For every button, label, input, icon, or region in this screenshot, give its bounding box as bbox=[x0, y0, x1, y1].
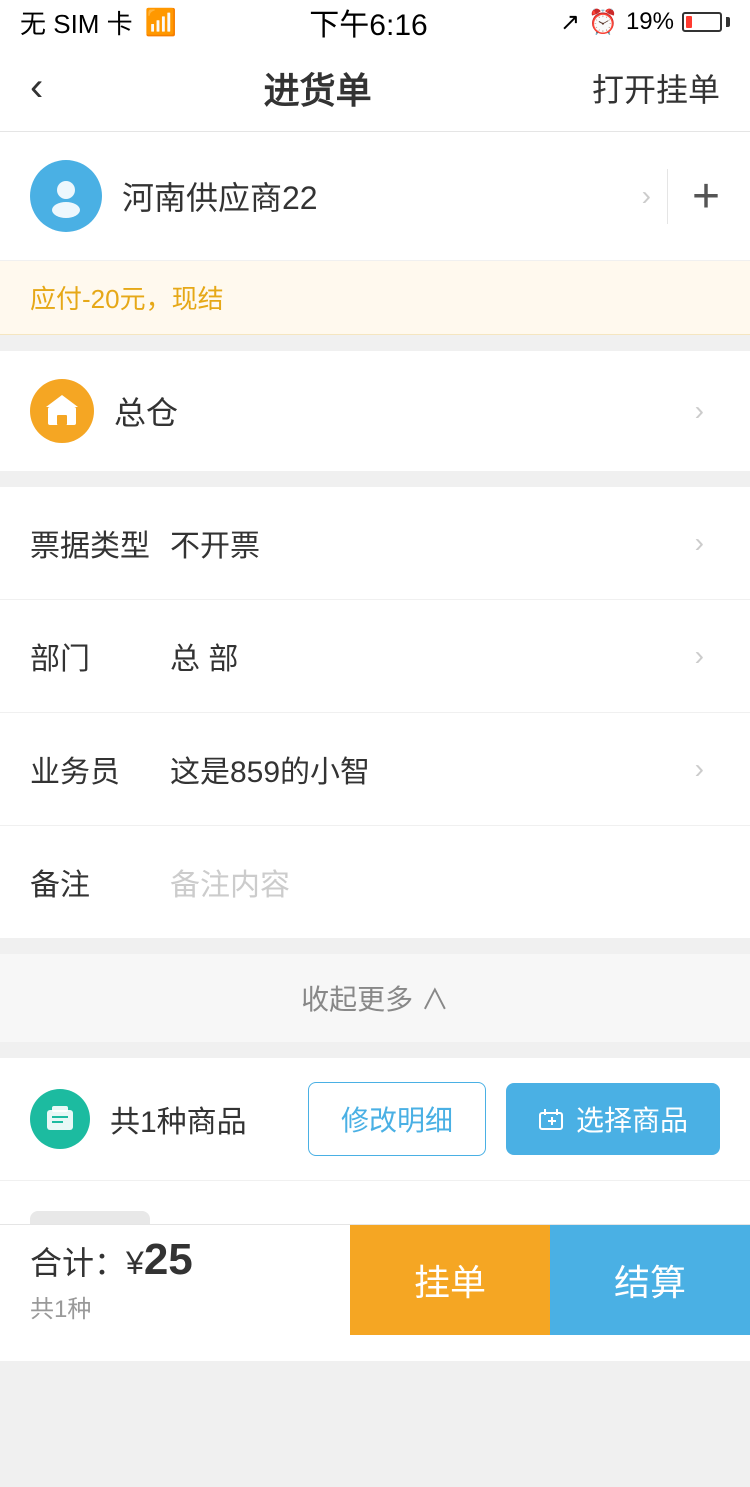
salesperson-label: 业务员 bbox=[30, 747, 150, 791]
modify-detail-button[interactable]: 修改明细 bbox=[308, 1082, 486, 1156]
invoice-chevron-icon: › bbox=[695, 527, 704, 559]
select-product-label: 选择商品 bbox=[576, 1099, 688, 1139]
notice-bar: 应付-20元，现结 bbox=[0, 261, 750, 335]
cart-icon bbox=[538, 1105, 566, 1133]
total-amount: 合计：¥25 bbox=[30, 1235, 320, 1285]
hang-button[interactable]: 挂单 bbox=[350, 1225, 550, 1335]
remark-label: 备注 bbox=[30, 860, 150, 904]
notice-text: 应付-20元，现结 bbox=[30, 284, 224, 314]
bottom-bar: 合计：¥25 共1种 挂单 结算 bbox=[0, 1224, 750, 1334]
open-hang-button[interactable]: 打开挂单 bbox=[592, 65, 720, 111]
total-number: 25 bbox=[144, 1235, 193, 1284]
alarm-icon: ⏰ bbox=[588, 8, 618, 37]
battery-text: 19% bbox=[626, 8, 674, 36]
collapse-label: 收起更多 ∧ bbox=[301, 984, 449, 1015]
status-left: 无 SIM 卡 📶 bbox=[20, 4, 177, 41]
wifi-icon: 📶 bbox=[145, 7, 177, 38]
warehouse-section: 总仓 › bbox=[0, 351, 750, 471]
dept-chevron-icon: › bbox=[695, 640, 704, 672]
total-label: 合计： bbox=[30, 1245, 126, 1281]
salesperson-chevron-icon: › bbox=[695, 753, 704, 785]
warehouse-name: 总仓 bbox=[114, 388, 695, 434]
product-header: 共1种商品 修改明细 选择商品 bbox=[0, 1058, 750, 1181]
dept-value: 总 部 bbox=[170, 634, 695, 678]
supplier-name: 河南供应商22 bbox=[122, 173, 642, 219]
form-row-dept[interactable]: 部门 总 部 › bbox=[0, 600, 750, 713]
bottom-spacer bbox=[0, 1377, 750, 1487]
product-count-text: 共1种商品 bbox=[110, 1097, 308, 1141]
status-right: ↗ ⏰ 19% bbox=[560, 8, 730, 37]
invoice-value: 不开票 bbox=[170, 521, 695, 565]
product-count-icon bbox=[30, 1089, 90, 1149]
carrier-text: 无 SIM 卡 bbox=[20, 4, 133, 41]
warehouse-chevron-icon: › bbox=[695, 395, 704, 427]
back-button[interactable]: ‹ bbox=[30, 65, 43, 110]
battery-icon bbox=[682, 12, 730, 32]
status-time: 下午6:16 bbox=[309, 0, 427, 44]
supplier-section: 河南供应商22 › + 应付-20元，现结 bbox=[0, 132, 750, 335]
form-row-remark[interactable]: 备注 备注内容 bbox=[0, 826, 750, 938]
dept-label: 部门 bbox=[30, 634, 150, 678]
supplier-row[interactable]: 河南供应商22 › + bbox=[0, 132, 750, 261]
invoice-label: 票据类型 bbox=[30, 521, 150, 565]
warehouse-row[interactable]: 总仓 › bbox=[0, 351, 750, 471]
checkout-button[interactable]: 结算 bbox=[550, 1225, 750, 1335]
nav-bar: ‹ 进货单 打开挂单 bbox=[0, 44, 750, 132]
status-bar: 无 SIM 卡 📶 下午6:16 ↗ ⏰ 19% bbox=[0, 0, 750, 44]
salesperson-value: 这是859的小智 bbox=[170, 747, 695, 791]
location-icon: ↗ bbox=[560, 8, 580, 37]
form-row-salesperson[interactable]: 业务员 这是859的小智 › bbox=[0, 713, 750, 826]
total-currency: ¥ bbox=[126, 1245, 144, 1281]
form-section: 票据类型 不开票 › 部门 总 部 › 业务员 这是859的小智 › 备注 备注… bbox=[0, 487, 750, 938]
warehouse-icon bbox=[30, 379, 94, 443]
supplier-chevron-icon: › bbox=[642, 180, 651, 212]
total-section: 合计：¥25 共1种 bbox=[0, 1235, 350, 1324]
add-button[interactable]: + bbox=[667, 169, 720, 224]
form-row-invoice[interactable]: 票据类型 不开票 › bbox=[0, 487, 750, 600]
collapse-bar[interactable]: 收起更多 ∧ bbox=[0, 954, 750, 1042]
select-product-button[interactable]: 选择商品 bbox=[506, 1083, 720, 1155]
page-title: 进货单 bbox=[264, 62, 372, 114]
total-count: 共1种 bbox=[30, 1289, 320, 1324]
supplier-avatar bbox=[30, 160, 102, 232]
remark-value: 备注内容 bbox=[170, 860, 720, 904]
